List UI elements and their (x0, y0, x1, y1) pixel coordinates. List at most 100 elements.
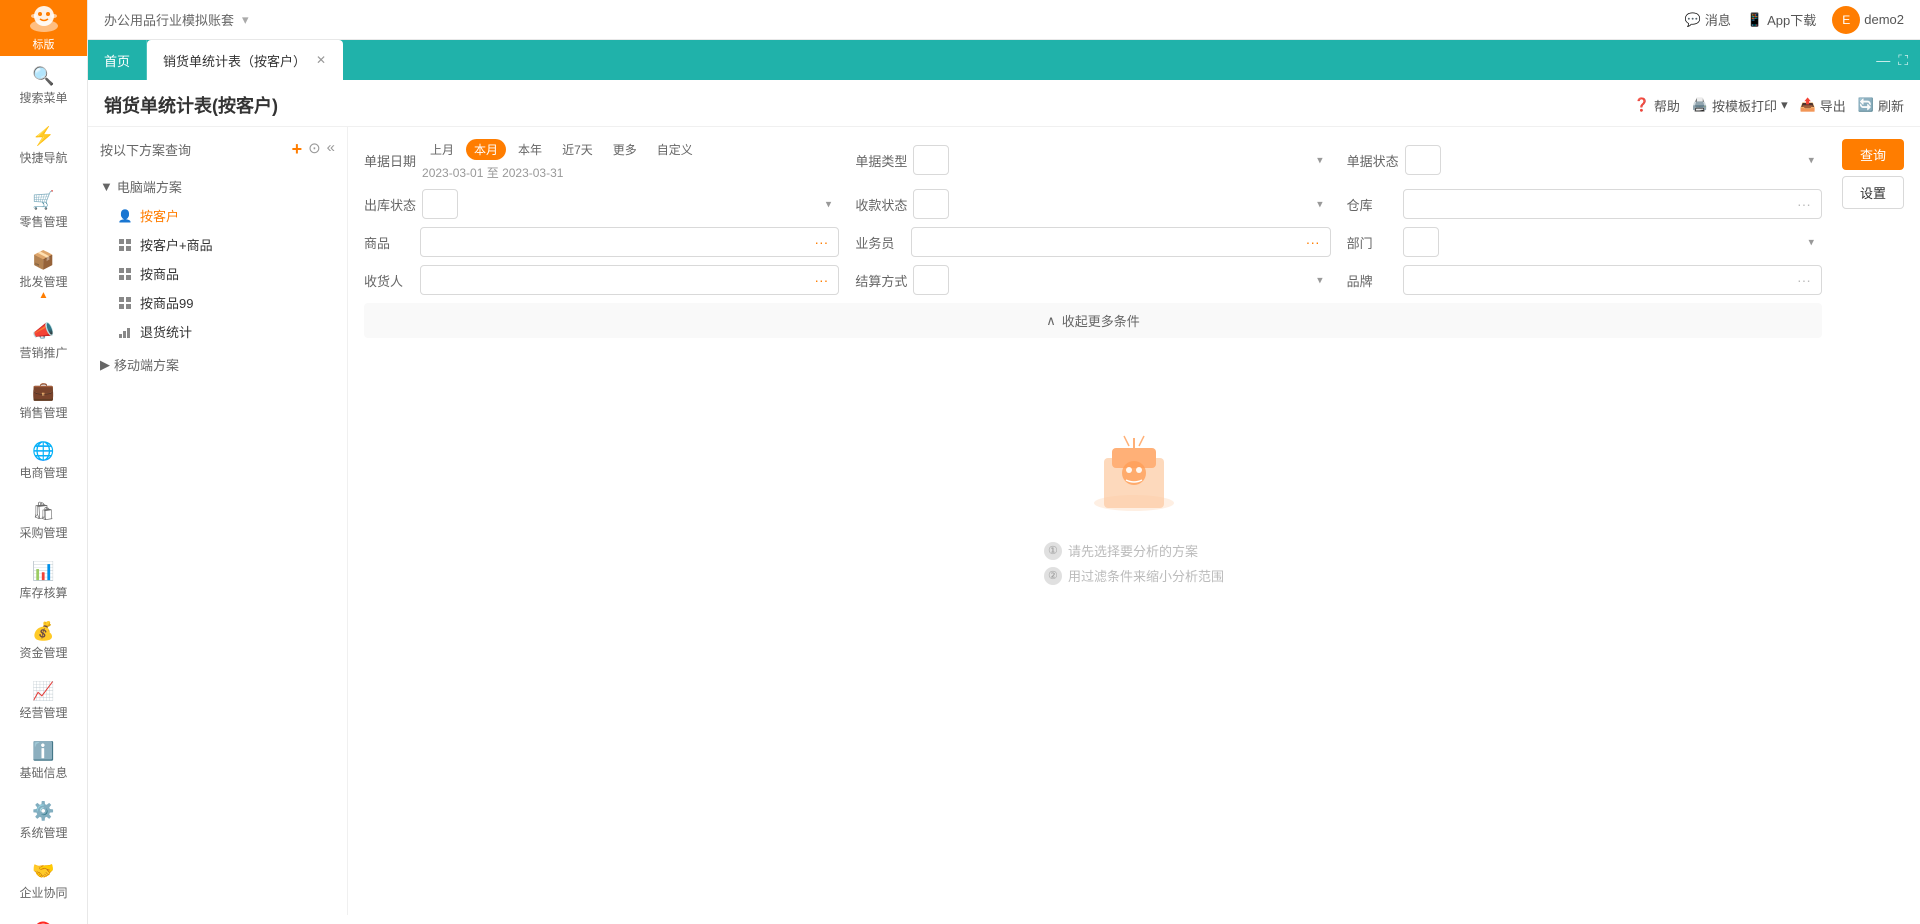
salesman-label: 业务员 (855, 233, 905, 252)
doc-type-select[interactable] (913, 145, 949, 175)
return-stat-icon (116, 323, 134, 341)
sidebar-item-new-guide[interactable]: 🎯 新手引导 (0, 911, 87, 924)
help-label: 帮助 (1654, 96, 1680, 115)
date-tab-this-year[interactable]: 本年 (510, 139, 550, 160)
dept-select[interactable] (1403, 227, 1439, 257)
sidebar-item-purchase-mgmt[interactable]: 🛍 采购管理 (0, 491, 87, 551)
sidebar-item-retail-mgmt[interactable]: 🛒 零售管理 (0, 180, 87, 240)
message-label: 消息 (1705, 10, 1731, 29)
export-label: 导出 (1820, 96, 1846, 115)
salesman-cell: 业务员 ··· (855, 227, 1330, 257)
by-customer-goods-icon (116, 236, 134, 254)
receiver-cell: 收货人 ··· (364, 265, 839, 295)
receiver-input[interactable]: ··· (420, 265, 839, 295)
doc-status-label: 单据状态 (1347, 151, 1399, 170)
help-btn[interactable]: ❓ 帮助 (1634, 96, 1680, 115)
sidebar-item-quick-nav[interactable]: ⚡ 快捷导航 (0, 116, 87, 176)
empty-state: ① 请先选择要分析的方案 ② 用过滤条件来缩小分析范围 (364, 338, 1904, 671)
empty-hint-2: ② 用过滤条件来缩小分析范围 (1044, 566, 1224, 585)
tree-item-by-customer[interactable]: 👤 按客户 (104, 201, 347, 230)
tree-item-by-goods-99[interactable]: 按商品99 (104, 288, 347, 317)
sidebar-item-ops-mgmt[interactable]: 📈 经营管理 (0, 671, 87, 731)
out-status-cell: 出库状态 (364, 189, 839, 219)
doc-status-select[interactable] (1405, 145, 1441, 175)
sidebar-item-finance-mgmt[interactable]: 💰 资金管理 (0, 611, 87, 671)
settings-button[interactable]: 设置 (1842, 176, 1904, 209)
left-panel-header: 按以下方案查询 + ⊙ « (88, 135, 347, 168)
header-dropdown-icon[interactable]: ▾ (242, 12, 249, 28)
payment-method-select[interactable] (913, 265, 949, 295)
add-scheme-btn[interactable]: + (292, 139, 303, 160)
sidebar-item-corp-collab[interactable]: 🤝 企业协同 (0, 851, 87, 911)
message-btn[interactable]: 💬 消息 (1685, 10, 1731, 29)
salesman-input[interactable]: ··· (911, 227, 1330, 257)
user-profile[interactable]: E demo2 (1832, 6, 1904, 34)
date-tab-last-month[interactable]: 上月 (422, 139, 462, 160)
app-download-btn[interactable]: 📱 App下载 (1747, 10, 1816, 29)
header-title: 办公用品行业模拟账套 (104, 10, 234, 29)
mobile-section-header[interactable]: ▶ 移动端方案 (88, 350, 347, 379)
app-download-label: App下载 (1767, 10, 1816, 29)
by-goods-99-icon (116, 294, 134, 312)
top-header: 办公用品行业模拟账套 ▾ 💬 消息 📱 App下载 E demo2 (88, 0, 1920, 40)
date-tab-7days[interactable]: 近7天 (554, 139, 601, 160)
sidebar-item-sales-mgmt[interactable]: 💼 销售管理 (0, 371, 87, 431)
payment-method-label: 结算方式 (855, 271, 907, 290)
date-tab-custom[interactable]: 自定义 (649, 139, 701, 160)
collapse-icon: ∧ (1046, 313, 1056, 329)
sidebar-item-sys-mgmt[interactable]: ⚙️ 系统管理 (0, 791, 87, 851)
brand-dots-icon[interactable]: ··· (1797, 272, 1811, 288)
search-menu-icon: 🔍 (32, 66, 54, 87)
tab-sales-stat[interactable]: 销货单统计表（按客户） ✕ (147, 40, 343, 80)
tab-home-label: 首页 (104, 51, 130, 70)
receipt-status-select[interactable] (913, 189, 949, 219)
logo-icon (26, 4, 62, 34)
edit-scheme-btn[interactable]: ⊙ (308, 139, 321, 160)
tree-item-by-goods[interactable]: 按商品 (104, 259, 347, 288)
out-status-select[interactable] (422, 189, 458, 219)
hint-text-2: 用过滤条件来缩小分析范围 (1068, 566, 1224, 585)
page-title: 销货单统计表(按客户) (104, 92, 278, 118)
warehouse-input[interactable]: ··· (1403, 189, 1822, 219)
doc-type-label: 单据类型 (855, 151, 907, 170)
empty-illustration (1074, 418, 1194, 521)
receiver-dots-icon[interactable]: ··· (814, 272, 828, 288)
tree-item-return-stat[interactable]: 退货统计 (104, 317, 347, 346)
desktop-section-header[interactable]: ▼ 电脑端方案 (88, 172, 347, 201)
sidebar-item-search-menu[interactable]: 🔍 搜索菜单 (0, 56, 87, 116)
by-goods-99-label: 按商品99 (140, 293, 193, 312)
retail-mgmt-icon: 🛒 (32, 190, 54, 211)
window-minimize-btn[interactable]: — (1876, 52, 1890, 69)
brand-input[interactable]: ··· (1403, 265, 1822, 295)
collapse-panel-btn[interactable]: « (327, 139, 335, 160)
two-col-layout: 按以下方案查询 + ⊙ « ▼ 电脑端方案 👤 (88, 127, 1920, 915)
sidebar-item-ecommerce-mgmt[interactable]: 🌐 电商管理 (0, 431, 87, 491)
warehouse-dots-icon[interactable]: ··· (1797, 196, 1811, 212)
tree-item-by-customer-goods[interactable]: 按客户+商品 (104, 230, 347, 259)
doc-status-cell: 单据状态 (1347, 139, 1822, 181)
goods-dots-icon[interactable]: ··· (814, 234, 828, 250)
filter-row-2: 出库状态 收款状态 (364, 189, 1822, 219)
out-status-select-wrap (422, 189, 839, 219)
sidebar-item-basic-info[interactable]: ℹ️ 基础信息 (0, 731, 87, 791)
date-tab-more[interactable]: 更多 (605, 139, 645, 160)
goods-input[interactable]: ··· (420, 227, 839, 257)
tab-home[interactable]: 首页 (88, 40, 147, 80)
export-icon: 📤 (1800, 97, 1816, 113)
template-print-btn[interactable]: 🖨️ 按模板打印 ▾ (1692, 96, 1788, 115)
header-left: 办公用品行业模拟账套 ▾ (104, 10, 249, 29)
export-btn[interactable]: 📤 导出 (1800, 96, 1846, 115)
sales-mgmt-icon: 💼 (32, 381, 54, 402)
query-button[interactable]: 查询 (1842, 139, 1904, 170)
sidebar-item-inventory[interactable]: 📊 库存核算 (0, 551, 87, 611)
ops-mgmt-icon: 📈 (32, 681, 54, 702)
refresh-btn[interactable]: 🔄 刷新 (1858, 96, 1904, 115)
date-tab-this-month[interactable]: 本月 (466, 139, 506, 160)
collapse-bar[interactable]: ∧ 收起更多条件 (364, 303, 1822, 338)
sys-mgmt-icon: ⚙️ (32, 801, 54, 822)
salesman-dots-icon[interactable]: ··· (1306, 234, 1320, 250)
window-maximize-btn[interactable]: ⛶ (1898, 52, 1908, 69)
sidebar-item-marketing[interactable]: 📣 营销推广 (0, 311, 87, 371)
tab-close-icon[interactable]: ✕ (316, 53, 326, 67)
sidebar-item-wholesale-mgmt[interactable]: 📦 批发管理 ▲ (0, 240, 87, 311)
